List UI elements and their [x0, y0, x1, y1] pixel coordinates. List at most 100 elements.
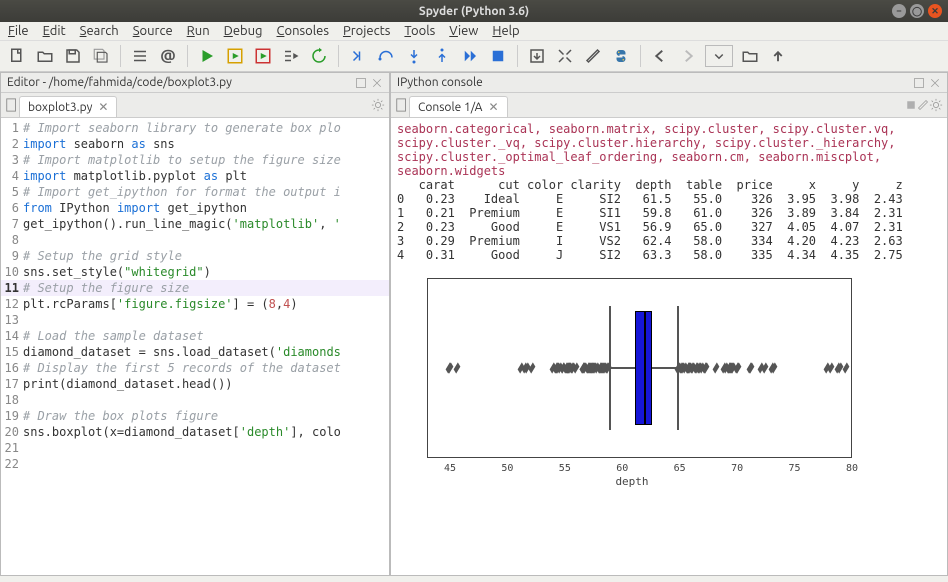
code-line[interactable]: 14# Load the sample dataset	[1, 328, 389, 344]
close-console-icon[interactable]	[929, 77, 941, 89]
undock-console-icon[interactable]	[913, 77, 925, 89]
table-header: carat cut color clarity depth table pric…	[397, 178, 941, 192]
window-close-button[interactable]: ✕	[928, 4, 942, 18]
save-all-button[interactable]	[90, 45, 112, 67]
code-line[interactable]: 3# Import matplotlib to setup the figure…	[1, 152, 389, 168]
main-menu-bar: File Edit Search Source Run Debug Consoles Proj…	[0, 22, 948, 41]
code-line[interactable]: 5# Import get_ipython for format the out…	[1, 184, 389, 200]
x-tick: 50	[501, 463, 513, 474]
code-line[interactable]: 1# Import seaborn library to generate bo…	[1, 120, 389, 136]
editor-tab[interactable]: boxplot3.py ✕	[19, 96, 117, 117]
code-editor[interactable]: 1# Import seaborn library to generate bo…	[1, 118, 389, 575]
stop-debug-button[interactable]	[487, 45, 509, 67]
maximize-button[interactable]	[554, 45, 576, 67]
console-import-line: seaborn.categorical, seaborn.matrix, sci…	[397, 122, 941, 178]
debug-button[interactable]	[347, 45, 369, 67]
browse-wd-button[interactable]	[739, 45, 761, 67]
step-out-button[interactable]	[431, 45, 453, 67]
open-file-button[interactable]	[34, 45, 56, 67]
undock-icon[interactable]	[355, 77, 367, 89]
table-row: 4 0.31 Good J SI2 63.3 58.0 335 4.34 4.3…	[397, 248, 941, 262]
step-over-button[interactable]	[375, 45, 397, 67]
menu-source[interactable]: Source	[133, 24, 173, 38]
x-tick: 45	[444, 463, 456, 474]
code-line[interactable]: 15diamond_dataset = sns.load_dataset('di…	[1, 344, 389, 360]
python-path-button[interactable]	[610, 45, 632, 67]
menu-run[interactable]: Run	[187, 24, 210, 38]
import-button[interactable]	[526, 45, 548, 67]
editor-pane: Editor - /home/fahmida/code/boxplot3.py …	[0, 72, 390, 576]
forward-button[interactable]	[677, 45, 699, 67]
rerun-button[interactable]	[308, 45, 330, 67]
new-file-button[interactable]	[6, 45, 28, 67]
at-icon[interactable]: @	[157, 45, 179, 67]
menu-view[interactable]: View	[449, 24, 478, 38]
menu-consoles[interactable]: Consoles	[277, 24, 329, 38]
menu-file[interactable]: File	[8, 24, 29, 38]
console-file-icon	[395, 98, 409, 112]
stop-kernel-icon[interactable]	[905, 99, 917, 111]
console-options-icon[interactable]	[929, 98, 943, 112]
x-tick: 65	[674, 463, 686, 474]
preferences-button[interactable]	[582, 45, 604, 67]
menu-projects[interactable]: Projects	[343, 24, 390, 38]
code-line[interactable]: 10sns.set_style("whitegrid")	[1, 264, 389, 280]
code-line[interactable]: 13	[1, 312, 389, 328]
code-line[interactable]: 20sns.boxplot(x=diamond_dataset['depth']…	[1, 424, 389, 440]
continue-button[interactable]	[459, 45, 481, 67]
run-cell-advance-button[interactable]	[252, 45, 274, 67]
table-row: 0 0.23 Ideal E SI2 61.5 55.0 326 3.95 3.…	[397, 192, 941, 206]
parent-dir-button[interactable]	[767, 45, 789, 67]
menu-debug[interactable]: Debug	[224, 24, 263, 38]
x-tick: 60	[616, 463, 628, 474]
code-line[interactable]: 11# Setup the figure size	[1, 280, 389, 296]
close-pane-icon[interactable]	[371, 77, 383, 89]
window-maximize-button[interactable]: ◯	[910, 4, 924, 18]
code-line[interactable]: 21	[1, 440, 389, 456]
window-title: Spyder (Python 3.6)	[419, 5, 529, 18]
code-line[interactable]: 7get_ipython().run_line_magic('matplotli…	[1, 216, 389, 232]
code-line[interactable]: 8	[1, 232, 389, 248]
console-tab[interactable]: Console 1/A ✕	[409, 96, 508, 117]
clear-console-icon[interactable]	[917, 99, 929, 111]
editor-options-icon[interactable]	[371, 98, 385, 112]
code-line[interactable]: 17print(diamond_dataset.head())	[1, 376, 389, 392]
menu-tools[interactable]: Tools	[404, 24, 435, 38]
step-into-button[interactable]	[403, 45, 425, 67]
code-line[interactable]: 9# Setup the grid style	[1, 248, 389, 264]
menu-help[interactable]: Help	[492, 24, 519, 38]
code-line[interactable]: 12plt.rcParams['figure.figsize'] = (8,4)	[1, 296, 389, 312]
run-button[interactable]	[196, 45, 218, 67]
x-tick: 80	[846, 463, 858, 474]
close-console-tab-icon[interactable]: ✕	[488, 100, 498, 114]
code-line[interactable]: 19# Draw the box plots figure	[1, 408, 389, 424]
boxplot-figure: 4550556065707580 depth	[397, 270, 867, 490]
save-button[interactable]	[62, 45, 84, 67]
code-line[interactable]: 16# Display the first 5 records of the d…	[1, 360, 389, 376]
x-tick: 55	[559, 463, 571, 474]
window-minimize-button[interactable]: –	[892, 4, 906, 18]
console-output[interactable]: seaborn.categorical, seaborn.matrix, sci…	[391, 118, 947, 575]
main-toolbar: @	[0, 41, 948, 72]
outlier-point	[529, 362, 536, 373]
file-icon	[5, 98, 19, 112]
menu-edit[interactable]: Edit	[43, 24, 66, 38]
code-line[interactable]: 22	[1, 456, 389, 472]
console-tab-label: Console 1/A	[418, 101, 482, 114]
plot-xlabel: depth	[615, 475, 648, 488]
code-line[interactable]: 18	[1, 392, 389, 408]
code-line[interactable]: 6from IPython import get_ipython	[1, 200, 389, 216]
outlier-point	[454, 362, 461, 373]
x-tick: 75	[789, 463, 801, 474]
wd-dropdown[interactable]	[705, 45, 733, 67]
close-tab-icon[interactable]: ✕	[98, 100, 108, 114]
window-titlebar: Spyder (Python 3.6) – ◯ ✕	[0, 0, 948, 22]
code-line[interactable]: 2import seaborn as sns	[1, 136, 389, 152]
code-line[interactable]: 4import matplotlib.pyplot as plt	[1, 168, 389, 184]
run-selection-button[interactable]	[280, 45, 302, 67]
table-row: 1 0.21 Premium E SI1 59.8 61.0 326 3.89 …	[397, 206, 941, 220]
back-button[interactable]	[649, 45, 671, 67]
menu-search[interactable]: Search	[80, 24, 119, 38]
list-icon[interactable]	[129, 45, 151, 67]
run-cell-button[interactable]	[224, 45, 246, 67]
